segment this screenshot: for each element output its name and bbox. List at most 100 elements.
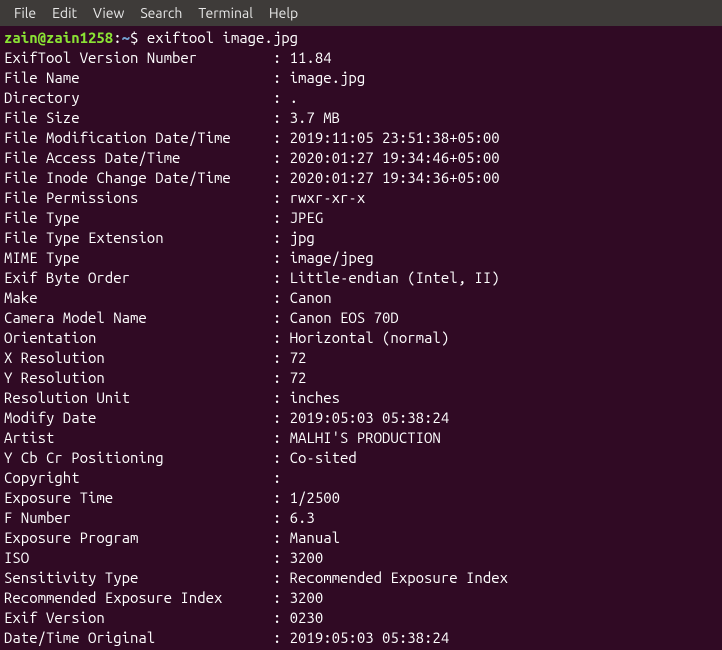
output-row: Date/Time Original : 2019:05:03 05:38:24 [4,628,718,648]
output-key: Resolution Unit [4,389,273,406]
output-key: ExifTool Version Number [4,49,273,66]
menu-file[interactable]: File [6,0,44,26]
output-row: Exif Version : 0230 [4,608,718,628]
prompt-command: exiftool image.jpg [147,29,298,46]
output-key: Exposure Time [4,489,273,506]
prompt-user-host: zain@zain1258 [4,29,113,46]
output-value: 2019:05:03 05:38:24 [290,409,450,426]
output-value: 2019:11:05 23:51:38+05:00 [290,129,500,146]
terminal-area[interactable]: zain@zain1258:~$ exiftool image.jpg Exif… [0,26,722,650]
output-colon: : [273,329,290,346]
output-key: Orientation [4,329,273,346]
output-key: Modify Date [4,409,273,426]
output-key: Copyright [4,469,273,486]
output-row: ExifTool Version Number : 11.84 [4,48,718,68]
output-colon: : [273,469,290,486]
output-value: 2020:01:27 19:34:36+05:00 [290,169,500,186]
output-colon: : [273,309,290,326]
output-value: rwxr-xr-x [290,189,366,206]
output-value: 72 [290,369,307,386]
output-key: Sensitivity Type [4,569,273,586]
output-row: Orientation : Horizontal (normal) [4,328,718,348]
output-value: 3.7 MB [290,109,340,126]
menubar: File Edit View Search Terminal Help [0,0,722,26]
output-value: 6.3 [290,509,315,526]
output-value: 3200 [290,589,324,606]
output-colon: : [273,229,290,246]
output-value: MALHI'S PRODUCTION [290,429,441,446]
output-colon: : [273,449,290,466]
output-value: jpg [290,229,315,246]
output-key: Exif Byte Order [4,269,273,286]
output-value: image.jpg [290,69,366,86]
output-key: Directory [4,89,273,106]
prompt-line: zain@zain1258:~$ exiftool image.jpg [4,28,718,48]
output-key: File Type [4,209,273,226]
output-value: Canon [290,289,332,306]
output-key: Y Resolution [4,369,273,386]
menu-edit[interactable]: Edit [44,0,85,26]
output-key: File Permissions [4,189,273,206]
output-colon: : [273,389,290,406]
output-row: File Permissions : rwxr-xr-x [4,188,718,208]
output-key: File Type Extension [4,229,273,246]
output-value: Little-endian (Intel, II) [290,269,500,286]
output-colon: : [273,89,290,106]
output-colon: : [273,189,290,206]
output-key: Recommended Exposure Index [4,589,273,606]
prompt-dollar: $ [130,29,147,46]
output-row: Artist : MALHI'S PRODUCTION [4,428,718,448]
output-key: F Number [4,509,273,526]
output-colon: : [273,269,290,286]
output-key: File Modification Date/Time [4,129,273,146]
output-colon: : [273,109,290,126]
output-value: Manual [290,529,340,546]
output-colon: : [273,369,290,386]
output-colon: : [273,69,290,86]
output-row: Exposure Program : Manual [4,528,718,548]
menu-search[interactable]: Search [132,0,190,26]
output-row: Recommended Exposure Index : 3200 [4,588,718,608]
output-key: Artist [4,429,273,446]
output-colon: : [273,429,290,446]
output-key: Exif Version [4,609,273,626]
output-colon: : [273,249,290,266]
output-key: MIME Type [4,249,273,266]
output-row: Exif Byte Order : Little-endian (Intel, … [4,268,718,288]
output-row: File Access Date/Time : 2020:01:27 19:34… [4,148,718,168]
prompt-sep: : [113,29,121,46]
output-row: Y Cb Cr Positioning : Co-sited [4,448,718,468]
output-key: ISO [4,549,273,566]
output-row: Make : Canon [4,288,718,308]
output-row: ISO : 3200 [4,548,718,568]
output-value: JPEG [290,209,324,226]
output-row: Exposure Time : 1/2500 [4,488,718,508]
output-value: 0230 [290,609,324,626]
output-key: Date/Time Original [4,629,273,646]
output-key: File Name [4,69,273,86]
output-row: File Type Extension : jpg [4,228,718,248]
output-colon: : [273,549,290,566]
output-value: 11.84 [290,49,332,66]
output-key: Make [4,289,273,306]
output-row: File Inode Change Date/Time : 2020:01:27… [4,168,718,188]
output-colon: : [273,609,290,626]
prompt-path: ~ [122,29,130,46]
output-row: File Modification Date/Time : 2019:11:05… [4,128,718,148]
menu-terminal[interactable]: Terminal [190,0,261,26]
output-row: X Resolution : 72 [4,348,718,368]
output-value: 72 [290,349,307,366]
output-key: Camera Model Name [4,309,273,326]
output-colon: : [273,529,290,546]
output-colon: : [273,169,290,186]
output-key: Y Cb Cr Positioning [4,449,273,466]
output-value: Horizontal (normal) [290,329,450,346]
menu-help[interactable]: Help [261,0,306,26]
output-colon: : [273,209,290,226]
output-key: Exposure Program [4,529,273,546]
output-row: Copyright : [4,468,718,488]
output-row: File Size : 3.7 MB [4,108,718,128]
menu-view[interactable]: View [85,0,132,26]
output-value: Canon EOS 70D [290,309,399,326]
output-key: File Access Date/Time [4,149,273,166]
